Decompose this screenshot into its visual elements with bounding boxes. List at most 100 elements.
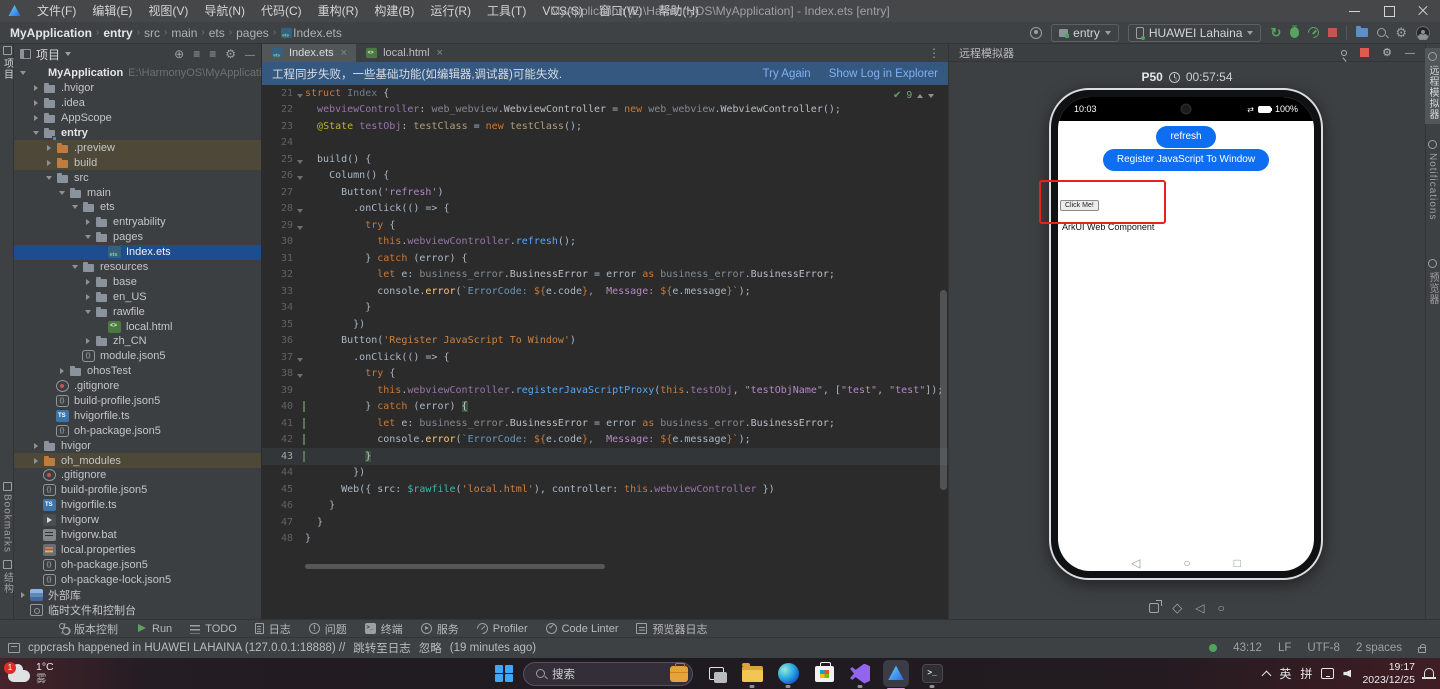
sidebar-tab-project[interactable]: 项目	[0, 46, 14, 80]
code-line[interactable]: 43 }	[262, 448, 948, 465]
hide-emulator-icon[interactable]	[1405, 47, 1415, 59]
code-line[interactable]: 35 })	[262, 316, 948, 333]
locate-icon[interactable]	[1030, 26, 1043, 39]
tree-item[interactable]: entry	[14, 126, 261, 141]
tool-window-button-terminal[interactable]: 终端	[357, 621, 411, 637]
file-encoding[interactable]: UTF-8	[1307, 642, 1340, 654]
device-selector[interactable]: HUAWEI Lahaina	[1127, 23, 1262, 42]
chevron-down-icon[interactable]	[70, 265, 79, 269]
rerun-icon[interactable]	[1270, 26, 1281, 39]
profile-avatar-icon[interactable]	[1416, 25, 1430, 40]
code-line[interactable]: 42 console.error(`ErrorCode: ${e.code}, …	[262, 432, 948, 449]
chevron-right-icon[interactable]	[83, 338, 92, 344]
chevron-right-icon[interactable]	[83, 219, 92, 225]
tree-item[interactable]: hvigorfile.ts	[14, 408, 261, 423]
taskbar-app-store[interactable]	[811, 661, 837, 687]
chevron-right-icon[interactable]	[31, 115, 40, 121]
taskbar-app-edge[interactable]	[775, 661, 801, 688]
tree-item[interactable]: 外部库	[14, 587, 261, 602]
close-icon[interactable]	[1406, 0, 1440, 22]
tree-item[interactable]: oh_modules	[14, 453, 261, 469]
editor-tab[interactable]: local.html ×	[356, 44, 452, 62]
debug-icon[interactable]	[1290, 25, 1300, 38]
event-log-icon[interactable]	[8, 643, 20, 653]
code-line[interactable]: 24	[262, 135, 948, 152]
tool-window-button-log[interactable]: 日志	[247, 621, 299, 637]
taskbar-app-deveco-studio[interactable]	[883, 660, 909, 689]
tool-window-button-run[interactable]: Run	[128, 623, 180, 635]
code-line[interactable]: 27 Button('refresh')	[262, 184, 948, 201]
tree-item[interactable]: pages	[14, 230, 261, 245]
expand-all-icon[interactable]	[193, 47, 200, 61]
menu-item[interactable]: 重构(R)	[310, 0, 367, 22]
lock-icon[interactable]	[1418, 644, 1426, 653]
tool-window-button-todo[interactable]: TODO	[182, 623, 245, 635]
chevron-right-icon[interactable]	[31, 100, 40, 106]
module-selector[interactable]: entry	[1051, 23, 1119, 42]
menu-item[interactable]: 编辑(E)	[84, 0, 140, 22]
collapse-all-icon[interactable]	[209, 47, 216, 61]
code-line[interactable]: 29 try {	[262, 217, 948, 234]
rotate-device-icon[interactable]	[1149, 600, 1163, 613]
chevron-right-icon[interactable]	[44, 160, 53, 166]
code-line[interactable]: 34 }	[262, 300, 948, 317]
tree-item[interactable]: AppScope	[14, 111, 261, 126]
menu-item[interactable]: 视图(V)	[140, 0, 196, 22]
chevron-down-icon[interactable]	[31, 131, 40, 135]
code-line[interactable]: 36 Button('Register JavaScript To Window…	[262, 333, 948, 350]
goto-log-link[interactable]: 跳转至日志	[353, 640, 411, 656]
tree-item[interactable]: local.html	[14, 319, 261, 334]
tree-item[interactable]: ets	[14, 200, 261, 215]
weather-widget[interactable]: 1 1°C 雾	[4, 661, 54, 685]
chevron-down-icon[interactable]	[57, 191, 66, 195]
breadcrumb-item[interactable]: MyApplication	[10, 26, 92, 40]
code-area[interactable]: 21 struct Index {22 webviewController: we…	[262, 85, 948, 563]
stop-icon[interactable]	[1328, 28, 1338, 37]
editor-tab[interactable]: Index.ets ×	[262, 44, 357, 62]
select-opened-file-icon[interactable]	[174, 47, 184, 61]
fold-marker-icon[interactable]	[297, 159, 303, 164]
settings-gear-icon[interactable]	[1395, 24, 1407, 42]
menu-item[interactable]: 工具(T)	[479, 0, 534, 22]
pin-icon[interactable]	[1341, 49, 1348, 56]
sidebar-tab-bookmarks[interactable]: Bookmarks	[0, 482, 14, 553]
tree-item[interactable]: .gitignore	[14, 468, 261, 483]
tree-item[interactable]: build-profile.json5	[14, 483, 261, 498]
tree-item[interactable]: build-profile.json5	[14, 394, 261, 409]
register-js-button[interactable]: Register JavaScript To Window	[1102, 149, 1270, 171]
project-panel-title[interactable]: 项目	[36, 46, 60, 63]
show-log-link[interactable]: Show Log in Explorer	[829, 68, 938, 80]
tool-window-button-linter[interactable]: Code Linter	[538, 623, 627, 635]
chevron-right-icon[interactable]	[31, 85, 40, 91]
code-line[interactable]: 30 this.webviewController.refresh();	[262, 234, 948, 251]
hidden-icons-chevron[interactable]	[1261, 670, 1272, 680]
chevron-right-icon[interactable]	[44, 145, 53, 151]
code-line[interactable]: 28 .onClick(() => {	[262, 201, 948, 218]
taskbar-search[interactable]: 搜索	[523, 661, 693, 686]
tree-item[interactable]: rawfile	[14, 304, 261, 319]
editor-vertical-scrollbar[interactable]	[940, 290, 947, 490]
right-strip-tab[interactable]: Notifications	[1425, 136, 1440, 224]
fold-marker-icon[interactable]	[297, 209, 303, 214]
tree-item[interactable]: MyApplication E:\HarmonyOS\MyApplication	[14, 66, 261, 81]
chevron-right-icon[interactable]	[83, 294, 92, 300]
tree-item[interactable]: hvigorfile.ts	[14, 498, 261, 513]
code-line[interactable]: 44 })	[262, 465, 948, 482]
code-line[interactable]: 31 } catch (error) {	[262, 250, 948, 267]
breadcrumb-item[interactable]: pages	[236, 26, 269, 40]
find-in-files-icon[interactable]	[1356, 26, 1369, 37]
search-icon[interactable]	[1377, 28, 1387, 37]
chevron-down-icon[interactable]	[83, 235, 92, 239]
tree-item[interactable]: hvigorw.bat	[14, 528, 261, 543]
tree-item[interactable]: hvigor	[14, 438, 261, 453]
menu-item[interactable]: 构建(B)	[366, 0, 422, 22]
touch-keyboard-icon[interactable]	[1321, 668, 1335, 679]
sidebar-tab-structure[interactable]: 结构	[0, 560, 14, 594]
code-line[interactable]: 21 struct Index {	[262, 85, 948, 102]
tool-window-button-services[interactable]: 服务	[413, 621, 467, 637]
tool-window-button-problems[interactable]: 问题	[301, 621, 355, 637]
chevron-down-icon[interactable]	[44, 176, 53, 180]
code-line[interactable]: 33 console.error(`ErrorCode: ${e.code}, …	[262, 283, 948, 300]
tool-window-button-branch[interactable]: 版本控制	[50, 621, 126, 637]
tree-item[interactable]: ohosTest	[14, 364, 261, 379]
